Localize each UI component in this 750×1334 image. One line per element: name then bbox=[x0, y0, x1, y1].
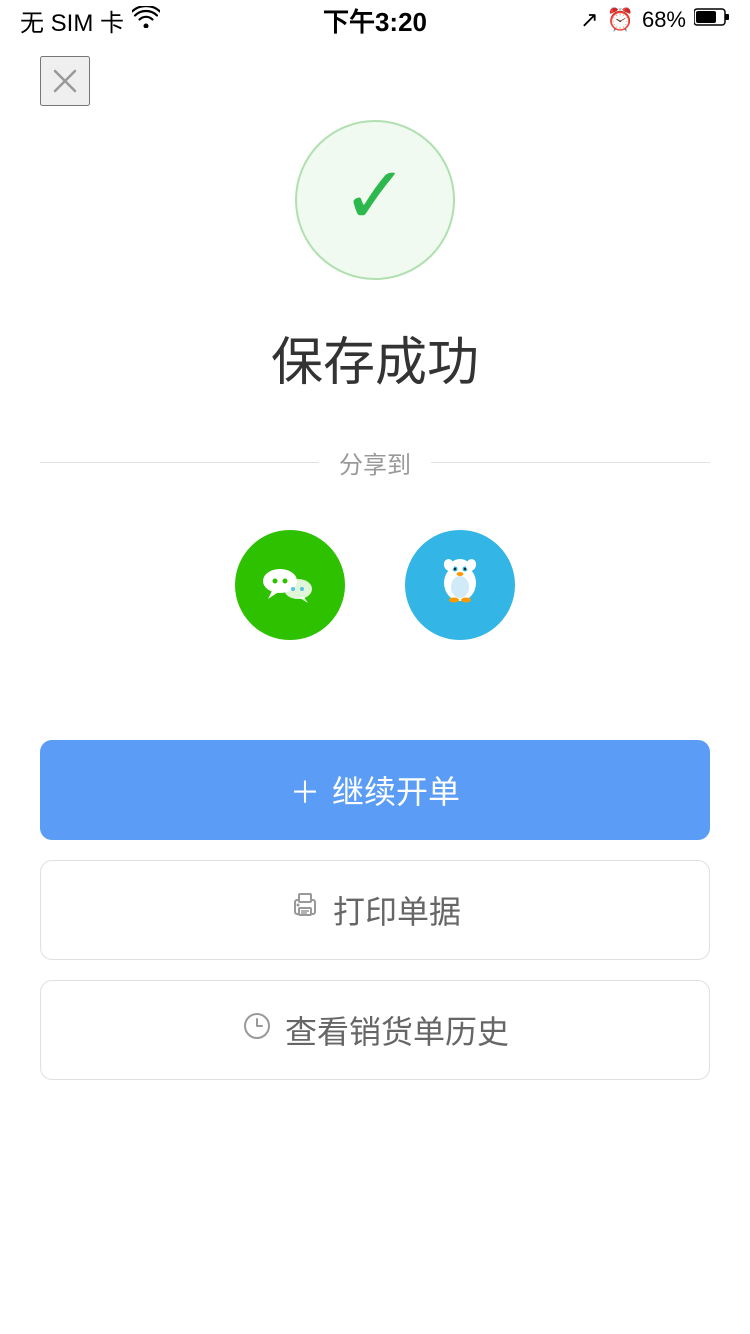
share-divider: 分享到 bbox=[40, 445, 710, 480]
success-icon-circle: ✓ bbox=[295, 120, 455, 280]
sim-status: 无 SIM 卡 bbox=[20, 3, 124, 38]
close-button[interactable] bbox=[40, 56, 90, 106]
share-wechat-button[interactable] bbox=[235, 530, 345, 640]
share-section: 分享到 bbox=[0, 445, 750, 700]
share-icons bbox=[40, 530, 710, 640]
status-bar: 无 SIM 卡 下午3:20 ↗ ⏰ 68% bbox=[0, 0, 750, 40]
action-buttons: ＋ 继续开单 打印单据 bbox=[0, 740, 750, 1080]
history-icon bbox=[241, 1010, 273, 1050]
history-label: 查看销货单历史 bbox=[285, 1007, 509, 1053]
view-history-button[interactable]: 查看销货单历史 bbox=[40, 980, 710, 1080]
print-button[interactable]: 打印单据 bbox=[40, 860, 710, 960]
success-title: 保存成功 bbox=[271, 320, 479, 395]
status-time: 下午3:20 bbox=[323, 2, 427, 39]
checkmark-icon: ✓ bbox=[341, 156, 408, 236]
continue-order-label: 继续开单 bbox=[332, 767, 460, 813]
status-right: ↗ ⏰ 68% bbox=[580, 7, 730, 33]
print-icon bbox=[289, 890, 321, 930]
battery-percentage: 68% bbox=[642, 7, 686, 33]
main-content: ✓ 保存成功 分享到 bbox=[0, 40, 750, 1080]
share-label: 分享到 bbox=[339, 445, 411, 480]
print-label: 打印单据 bbox=[333, 887, 461, 933]
alarm-icon: ⏰ bbox=[607, 7, 634, 33]
status-left: 无 SIM 卡 bbox=[20, 3, 160, 38]
battery-icon bbox=[694, 7, 730, 33]
continue-order-button[interactable]: ＋ 继续开单 bbox=[40, 740, 710, 840]
wifi-icon bbox=[132, 6, 160, 34]
plus-icon: ＋ bbox=[290, 768, 320, 812]
share-qq-button[interactable] bbox=[405, 530, 515, 640]
location-icon: ↗ bbox=[580, 7, 598, 33]
